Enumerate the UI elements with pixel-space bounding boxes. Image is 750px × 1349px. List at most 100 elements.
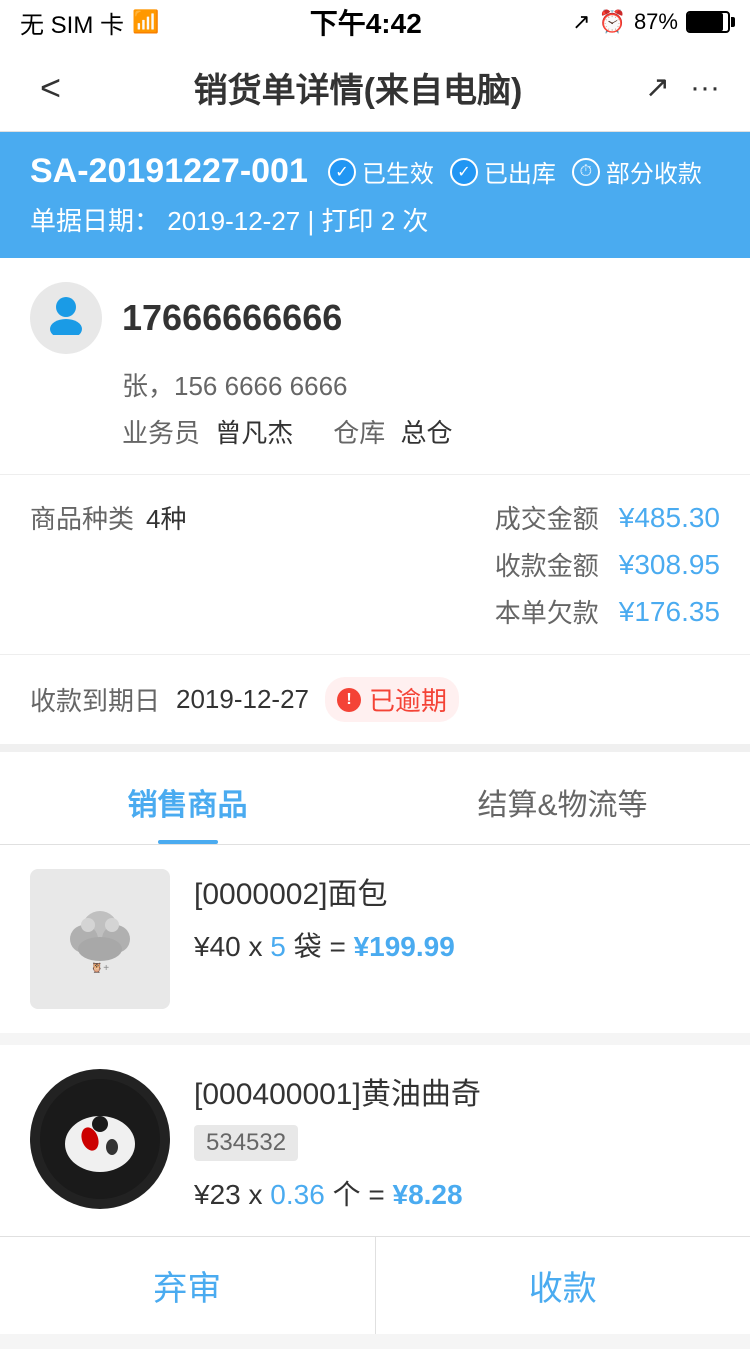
tab-settlement-label: 结算&物流等 [477, 789, 647, 822]
customer-row: 17666666666 [30, 282, 720, 354]
badge-shipped: ✓ 已出库 [450, 154, 556, 189]
stats-section: 商品种类 4种 成交金额 ¥485.30 收款金额 ¥308.95 本单欠款 ¥… [0, 475, 750, 655]
alarm-icon: ⏰ [599, 9, 626, 35]
type-label: 商品种类 [30, 499, 134, 536]
product-name-2: [000400001]黄油曲奇 [194, 1069, 720, 1113]
tab-sales-products[interactable]: 销售商品 [0, 752, 375, 844]
clock-icon: ⏱ [572, 158, 600, 186]
badge-partial: ⏱ 部分收款 [572, 154, 702, 189]
due-label: 收款到期日 [30, 681, 160, 718]
status-time: 下午4:42 [310, 2, 422, 42]
price-value-2: ¥23 [194, 1179, 241, 1210]
nav-bar: < 销货单详情(来自电脑) ↗ ··· [0, 44, 750, 132]
badge-effected: ✓ 已生效 [328, 154, 434, 189]
due-section: 收款到期日 2019-12-27 ! 已逾期 [0, 655, 750, 752]
order-id: SA-20191227-001 [30, 152, 308, 191]
price-unit-1: 袋 [294, 931, 322, 962]
price-value-1: ¥40 [194, 931, 241, 962]
product-info-2: [000400001]黄油曲奇 534532 ¥23 x 0.36 个 = ¥8… [194, 1069, 720, 1213]
price-qty-2: 0.36 [270, 1179, 325, 1210]
overdue-badge: ! 已逾期 [325, 677, 459, 722]
battery-icon [686, 11, 730, 33]
deal-label: 成交金额 [495, 499, 599, 536]
print-separator: | 打印 [307, 206, 373, 236]
debt-label: 本单欠款 [495, 593, 599, 630]
customer-phone: 17666666666 [122, 297, 342, 339]
price-x-2: x [249, 1179, 271, 1210]
check-icon-1: ✓ [328, 158, 356, 186]
order-date: 2019-12-27 [167, 206, 300, 236]
collect-button[interactable]: 收款 [376, 1237, 750, 1334]
warehouse-label: 仓库 [333, 418, 385, 448]
wifi-icon: 📶 [132, 9, 159, 35]
more-icon[interactable]: ··· [690, 71, 720, 105]
customer-name: 张，156 6666 6666 [122, 366, 720, 403]
customer-section: 17666666666 张，156 6666 6666 业务员 曾凡杰 仓库 总… [0, 258, 750, 475]
product-image-1: 🦉+ [30, 869, 170, 1009]
due-date: 2019-12-27 [176, 684, 309, 715]
product-item-2: [000400001]黄油曲奇 534532 ¥23 x 0.36 个 = ¥8… [0, 1045, 750, 1237]
price-x-1: x [249, 931, 271, 962]
badge-effected-label: 已生效 [362, 154, 434, 189]
nav-actions: ↗ ··· [645, 70, 720, 105]
share-icon[interactable]: ↗ [645, 70, 670, 105]
battery-percent: 87% [634, 9, 678, 35]
type-value: 4种 [146, 499, 186, 536]
header-banner-top: SA-20191227-001 ✓ 已生效 ✓ 已出库 ⏱ 部分收款 [30, 152, 720, 191]
price-qty-1: 5 [270, 931, 286, 962]
carrier-text: 无 SIM 卡 [20, 5, 124, 40]
date-label: 单据日期： [30, 206, 160, 236]
stats-right: 成交金额 ¥485.30 收款金额 ¥308.95 本单欠款 ¥176.35 [495, 499, 720, 630]
product-sku-badge: 534532 [194, 1125, 298, 1161]
print-suffix: 次 [402, 206, 428, 236]
product-price-1: ¥40 x 5 袋 = ¥199.99 [194, 925, 720, 965]
header-sub: 单据日期： 2019-12-27 | 打印 2 次 [30, 201, 720, 238]
product-name-1: [0000002]面包 [194, 869, 720, 913]
back-button[interactable]: < [30, 57, 71, 119]
header-banner: SA-20191227-001 ✓ 已生效 ✓ 已出库 ⏱ 部分收款 单据日期：… [0, 132, 750, 258]
tab-settlement[interactable]: 结算&物流等 [375, 752, 750, 844]
status-right: ↗ ⏰ 87% [572, 9, 730, 35]
status-bar: 无 SIM 卡 📶 下午4:42 ↗ ⏰ 87% [0, 0, 750, 44]
price-total-1: ¥199.99 [354, 931, 455, 962]
price-eq-2: = [368, 1179, 392, 1210]
debt-amount: ¥176.35 [619, 596, 720, 628]
price-total-2: ¥8.28 [393, 1179, 463, 1210]
deal-row: 成交金额 ¥485.30 [495, 499, 720, 536]
status-badges: ✓ 已生效 ✓ 已出库 ⏱ 部分收款 [328, 154, 702, 189]
check-icon-2: ✓ [450, 158, 478, 186]
tabs-section: 销售商品 结算&物流等 [0, 752, 750, 845]
warehouse-name: 总仓 [401, 418, 453, 448]
sales-name: 曾凡杰 [215, 418, 293, 448]
svg-text:🦉+: 🦉+ [91, 962, 109, 974]
tab-sales-label: 销售商品 [128, 789, 248, 822]
product-image-2 [30, 1069, 170, 1209]
collect-row: 收款金额 ¥308.95 [495, 546, 720, 583]
user-icon [44, 291, 88, 345]
page-title: 销货单详情(来自电脑) [194, 63, 523, 112]
product-price-2: ¥23 x 0.36 个 = ¥8.28 [194, 1173, 720, 1213]
bottom-bar: 弃审 收款 [0, 1236, 750, 1334]
stats-left: 商品种类 4种 [30, 499, 186, 536]
avatar [30, 282, 102, 354]
badge-shipped-label: 已出库 [484, 154, 556, 189]
customer-meta: 业务员 曾凡杰 仓库 总仓 [122, 413, 720, 450]
overdue-icon: ! [337, 688, 361, 712]
deal-amount: ¥485.30 [619, 502, 720, 534]
location-icon: ↗ [572, 9, 590, 35]
print-count: 2 [381, 206, 395, 236]
debt-row: 本单欠款 ¥176.35 [495, 593, 720, 630]
sales-label: 业务员 [122, 418, 200, 448]
collect-amount: ¥308.95 [619, 549, 720, 581]
product-info-1: [0000002]面包 ¥40 x 5 袋 = ¥199.99 [194, 869, 720, 965]
warehouse-item: 仓库 总仓 [333, 413, 452, 450]
badge-partial-label: 部分收款 [606, 154, 702, 189]
cancel-button[interactable]: 弃审 [0, 1237, 376, 1334]
status-left: 无 SIM 卡 📶 [20, 5, 159, 40]
sales-item: 业务员 曾凡杰 [122, 413, 293, 450]
product-item: 🦉+ [0000002]面包 ¥40 x 5 袋 = ¥199.99 [0, 845, 750, 1033]
price-eq-1: = [329, 931, 353, 962]
overdue-text: 已逾期 [369, 681, 447, 718]
price-unit-2: 个 [333, 1179, 361, 1210]
collect-label: 收款金额 [495, 546, 599, 583]
